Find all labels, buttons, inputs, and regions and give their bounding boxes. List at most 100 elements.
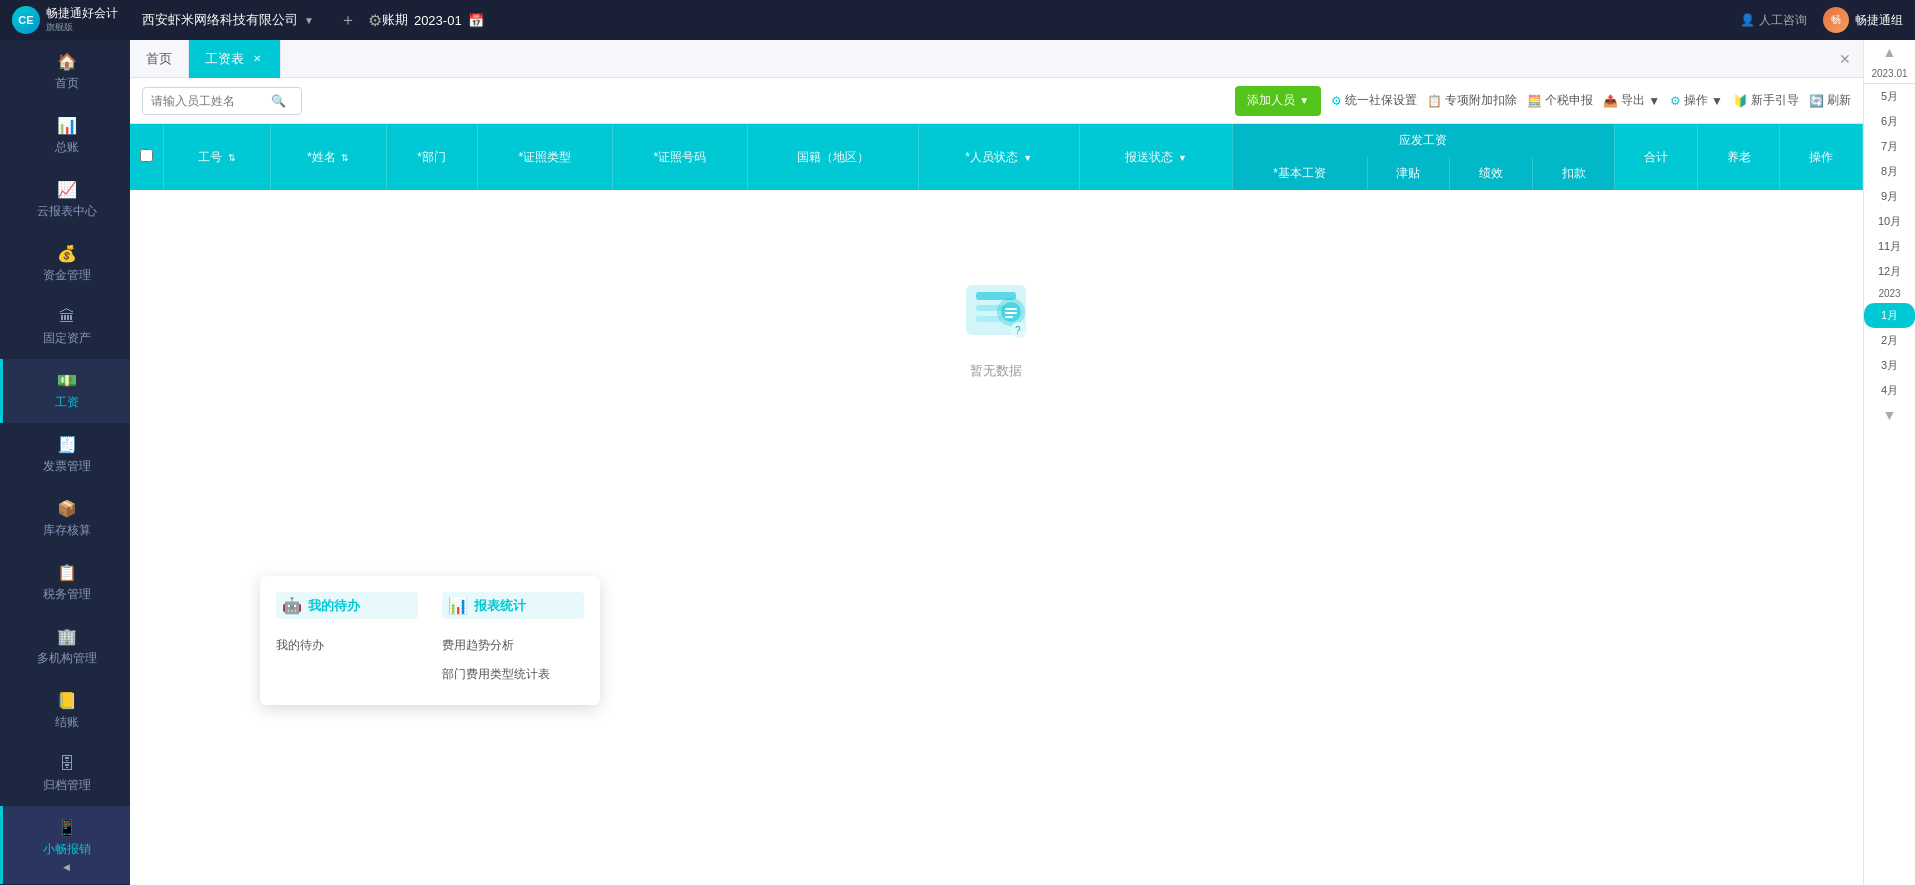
timeline-month-jul[interactable]: 7月 bbox=[1864, 134, 1915, 159]
inventory-icon: 📦 bbox=[57, 499, 77, 518]
popup-todo-label: 我的待办 bbox=[308, 597, 360, 615]
tab-bar-global-close[interactable]: ✕ bbox=[1839, 51, 1863, 67]
salary-table: 工号 ⇅ *姓名 ⇅ *部门 *证照类型 *证照号码 国籍（地区） *人员状态 … bbox=[130, 124, 1863, 460]
customer-service-button[interactable]: 👤 人工咨询 bbox=[1740, 12, 1807, 29]
social-insurance-button[interactable]: ⚙ 统一社保设置 bbox=[1331, 92, 1417, 109]
guide-button[interactable]: 🔰 新手引导 bbox=[1733, 92, 1799, 109]
operation-dropdown: ▼ bbox=[1711, 94, 1723, 108]
top-bar-actions: ＋ ⚙ bbox=[340, 10, 382, 31]
tab-home[interactable]: 首页 bbox=[130, 40, 189, 78]
search-input[interactable] bbox=[151, 94, 271, 108]
empty-state: ? 暂无数据 bbox=[130, 190, 1863, 460]
employee-id-sort[interactable]: ⇅ bbox=[228, 153, 236, 163]
refresh-button[interactable]: 🔄 刷新 bbox=[1809, 92, 1851, 109]
cloud-report-icon: 📈 bbox=[57, 180, 77, 199]
sidebar-label-inventory: 库存核算 bbox=[43, 522, 91, 539]
operation-label: 操作 bbox=[1684, 92, 1708, 109]
content-area: 首页 工资表 ✕ ✕ 🔍 添加人员 ▼ ⚙ 统一社保设置 bbox=[130, 40, 1863, 885]
sidebar-item-expense[interactable]: 📱 小畅报销 ◀ bbox=[0, 806, 130, 884]
add-person-button[interactable]: 添加人员 ▼ bbox=[1235, 86, 1321, 116]
salary-icon: 💵 bbox=[57, 371, 77, 390]
service-icon: 👤 bbox=[1740, 13, 1755, 27]
service-label: 人工咨询 bbox=[1759, 12, 1807, 29]
svg-text:?: ? bbox=[1015, 325, 1021, 336]
sidebar-item-closing[interactable]: 📒 结账 bbox=[0, 679, 130, 743]
timeline-nav-up[interactable]: ▲ bbox=[1879, 40, 1901, 64]
sidebar-label-home: 首页 bbox=[55, 75, 79, 92]
ledger-icon: 📊 bbox=[57, 116, 77, 135]
timeline-month-jun[interactable]: 6月 bbox=[1864, 109, 1915, 134]
timeline-month-oct[interactable]: 10月 bbox=[1864, 209, 1915, 234]
timeline-month-sep[interactable]: 9月 bbox=[1864, 184, 1915, 209]
user-info[interactable]: 畅 畅捷通组 bbox=[1823, 7, 1903, 33]
period-selector[interactable]: 账期 2023-01 📅 bbox=[382, 11, 484, 29]
company-selector[interactable]: 西安虾米网络科技有限公司 ▼ bbox=[132, 11, 324, 29]
add-button[interactable]: ＋ bbox=[340, 10, 356, 31]
popup-todo-item-1[interactable]: 我的待办 bbox=[276, 631, 418, 660]
popup-report-item-1[interactable]: 费用趋势分析 bbox=[442, 631, 584, 660]
th-nationality: 国籍（地区） bbox=[747, 124, 918, 190]
refresh-icon: 🔄 bbox=[1809, 94, 1824, 108]
timeline-month-dec[interactable]: 12月 bbox=[1864, 259, 1915, 284]
person-status-filter[interactable]: ▼ bbox=[1023, 153, 1032, 163]
timeline-month-apr[interactable]: 4月 bbox=[1864, 378, 1915, 403]
app-edition: 旗舰版 bbox=[46, 21, 118, 34]
logo-area: CE 畅捷通好会计 旗舰版 bbox=[12, 6, 132, 34]
popup-report-label: 报表统计 bbox=[474, 597, 526, 615]
popup-todo-title: 🤖 我的待办 bbox=[276, 592, 418, 619]
sidebar-item-cloud-report[interactable]: 📈 云报表中心 bbox=[0, 168, 130, 232]
popup-report-item-2[interactable]: 部门费用类型统计表 bbox=[442, 660, 584, 689]
timeline-month-may[interactable]: 5月 bbox=[1864, 84, 1915, 109]
sidebar-item-general-ledger[interactable]: 📊 总账 bbox=[0, 104, 130, 168]
special-deduction-button[interactable]: 📋 专项附加扣除 bbox=[1427, 92, 1517, 109]
search-box[interactable]: 🔍 bbox=[142, 87, 302, 115]
sidebar-item-invoice[interactable]: 🧾 发票管理 bbox=[0, 423, 130, 487]
sidebar-item-inventory[interactable]: 📦 库存核算 bbox=[0, 487, 130, 551]
th-operation: 操作 bbox=[1780, 124, 1863, 190]
tab-salary[interactable]: 工资表 ✕ bbox=[189, 40, 281, 78]
sidebar-label-fixed-assets: 固定资产 bbox=[43, 330, 91, 347]
social-insurance-icon: ⚙ bbox=[1331, 94, 1342, 108]
sidebar-item-salary[interactable]: 💵 工资 bbox=[0, 359, 130, 423]
sidebar-item-archive[interactable]: 🗄 归档管理 bbox=[0, 743, 130, 806]
refresh-label: 刷新 bbox=[1827, 92, 1851, 109]
fund-icon: 💰 bbox=[57, 244, 77, 263]
sidebar-item-home[interactable]: 🏠 首页 bbox=[0, 40, 130, 104]
company-name: 西安虾米网络科技有限公司 bbox=[142, 11, 298, 29]
add-person-label: 添加人员 bbox=[1247, 92, 1295, 109]
name-sort[interactable]: ⇅ bbox=[341, 153, 349, 163]
tab-salary-label: 工资表 bbox=[205, 50, 244, 68]
th-allowance: 津贴 bbox=[1367, 157, 1450, 190]
popup-report-title: 📊 报表统计 bbox=[442, 592, 584, 619]
settings-button[interactable]: ⚙ bbox=[368, 11, 382, 30]
empty-illustration: ? bbox=[956, 270, 1036, 350]
sidebar-item-multi-org[interactable]: 🏢 多机构管理 bbox=[0, 615, 130, 679]
app-name: 畅捷通好会计 bbox=[46, 6, 118, 20]
company-chevron: ▼ bbox=[304, 15, 314, 26]
sidebar-item-fund[interactable]: 💰 资金管理 bbox=[0, 232, 130, 296]
sidebar-item-fixed-assets[interactable]: 🏛 固定资产 bbox=[0, 296, 130, 359]
timeline-month-feb[interactable]: 2月 bbox=[1864, 328, 1915, 353]
timeline-month-nov[interactable]: 11月 bbox=[1864, 234, 1915, 259]
timeline-header: 2023.01 bbox=[1864, 64, 1915, 84]
export-button[interactable]: 📤 导出 ▼ bbox=[1603, 92, 1660, 109]
operation-button[interactable]: ⚙ 操作 ▼ bbox=[1670, 92, 1723, 109]
toolbar-right: 添加人员 ▼ ⚙ 统一社保设置 📋 专项附加扣除 🧮 个税申报 📤 bbox=[1235, 86, 1851, 116]
popup-menu: 🤖 我的待办 我的待办 📊 报表统计 费用趋势分析 部门费用类型统计表 bbox=[260, 576, 600, 705]
select-all-checkbox[interactable] bbox=[140, 149, 153, 162]
calendar-icon: 📅 bbox=[468, 13, 484, 28]
report-status-filter[interactable]: ▼ bbox=[1178, 153, 1187, 163]
export-label: 导出 bbox=[1621, 92, 1645, 109]
timeline-month-aug[interactable]: 8月 bbox=[1864, 159, 1915, 184]
table-wrapper: 工号 ⇅ *姓名 ⇅ *部门 *证照类型 *证照号码 国籍（地区） *人员状态 … bbox=[130, 124, 1863, 885]
tax-icon: 📋 bbox=[57, 563, 77, 582]
timeline-month-jan[interactable]: 1月 bbox=[1864, 303, 1915, 328]
tab-salary-close[interactable]: ✕ bbox=[250, 52, 264, 66]
sidebar-item-tax[interactable]: 📋 税务管理 bbox=[0, 551, 130, 615]
sidebar-label-fund: 资金管理 bbox=[43, 267, 91, 284]
timeline-nav-down[interactable]: ▼ bbox=[1879, 403, 1901, 427]
top-right: 👤 人工咨询 畅 畅捷通组 bbox=[1740, 7, 1903, 33]
tax-report-button[interactable]: 🧮 个税申报 bbox=[1527, 92, 1593, 109]
timeline-month-mar[interactable]: 3月 bbox=[1864, 353, 1915, 378]
checkbox-column[interactable] bbox=[130, 124, 164, 190]
